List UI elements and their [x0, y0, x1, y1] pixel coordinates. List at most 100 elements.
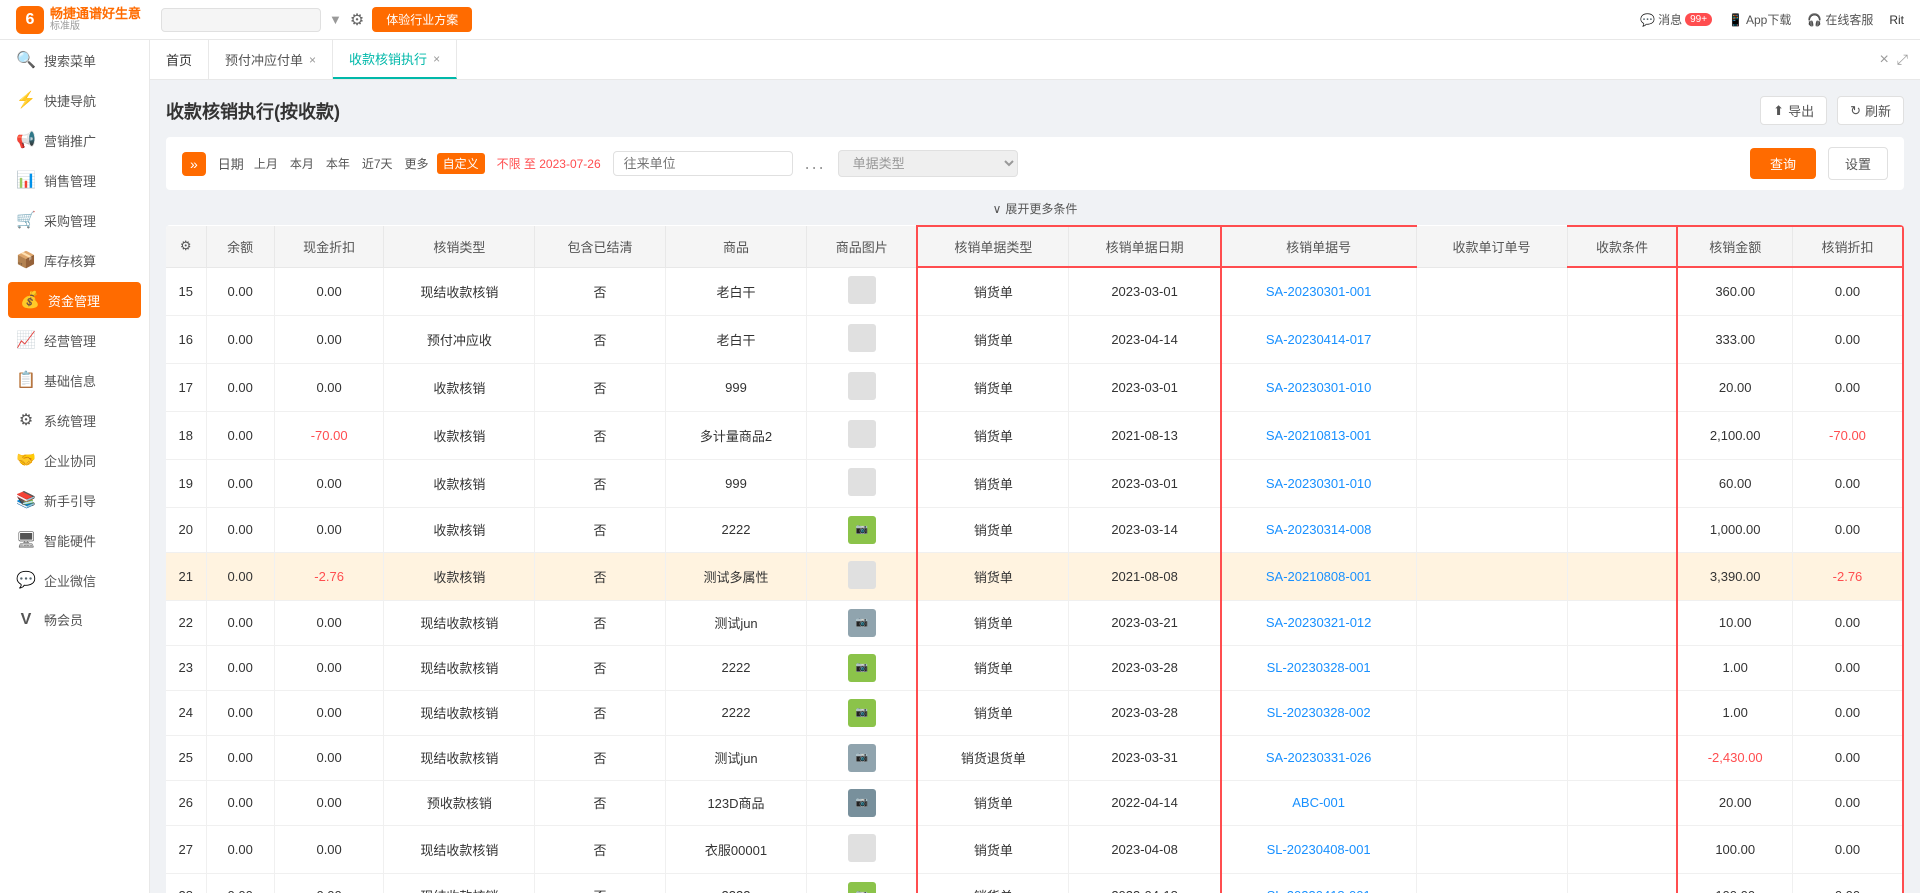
- voucher-no-link[interactable]: ABC-001: [1292, 795, 1345, 810]
- settings-button[interactable]: 设置: [1828, 147, 1888, 180]
- source-unit-input[interactable]: [613, 151, 793, 176]
- voucher-no-link[interactable]: SA-20230301-010: [1266, 380, 1372, 395]
- cell-product: 2222: [665, 507, 807, 552]
- cell-voucher-no[interactable]: SL-20230408-001: [1221, 825, 1416, 873]
- solution-button[interactable]: 体验行业方案: [372, 7, 472, 32]
- cell-balance: 0.00: [206, 363, 274, 411]
- sidebar-label-enterprise: 企业协同: [44, 451, 96, 470]
- cell-voucher-no[interactable]: ABC-001: [1221, 780, 1416, 825]
- voucher-no-link[interactable]: SA-20230301-010: [1266, 476, 1372, 491]
- chevron-down-icon: ∨: [993, 202, 1002, 216]
- sidebar-item-management[interactable]: 📈 经营管理: [0, 320, 149, 360]
- tab-expand-icon[interactable]: ⤢: [1897, 51, 1908, 68]
- cell-writeoff-amount: -2,430.00: [1677, 735, 1792, 780]
- voucher-no-link[interactable]: SA-20230314-008: [1266, 522, 1372, 537]
- cell-cash-discount: 0.00: [274, 315, 384, 363]
- sidebar-item-inventory[interactable]: 📦 库存核算: [0, 240, 149, 280]
- tab-close-all-icon[interactable]: ×: [1879, 51, 1888, 69]
- voucher-no-link[interactable]: SA-20210808-001: [1266, 569, 1372, 584]
- refresh-button[interactable]: ↻ 刷新: [1837, 96, 1904, 125]
- settings-icon[interactable]: ⚙: [350, 10, 364, 30]
- cell-include-cleared: 否: [535, 780, 665, 825]
- customer-service[interactable]: 🎧 在线客服: [1807, 11, 1873, 28]
- cell-product-image: 📷: [807, 645, 917, 690]
- dropdown-icon[interactable]: ▼: [329, 12, 342, 27]
- sidebar-item-sales[interactable]: 📊 销售管理: [0, 160, 149, 200]
- sidebar-item-hardware[interactable]: 🖥 智能硬件: [0, 520, 149, 560]
- cell-voucher-no[interactable]: SL-20230328-001: [1221, 645, 1416, 690]
- cell-voucher-date: 2023-03-01: [1069, 267, 1221, 315]
- cell-voucher-no[interactable]: SA-20230301-001: [1221, 267, 1416, 315]
- cell-product: 2222: [665, 873, 807, 893]
- sidebar-label-inventory: 库存核算: [44, 251, 96, 270]
- sidebar-item-search[interactable]: 🔍 搜索菜单: [0, 40, 149, 80]
- date-btn-this-month[interactable]: 本月: [286, 153, 318, 174]
- tab-home[interactable]: 首页: [150, 40, 209, 79]
- cell-voucher-no[interactable]: SA-20230301-010: [1221, 459, 1416, 507]
- writeoff-tab-close[interactable]: ×: [433, 52, 440, 66]
- voucher-no-link[interactable]: SA-20230414-017: [1266, 332, 1372, 347]
- cell-voucher-no[interactable]: SA-20230414-017: [1221, 315, 1416, 363]
- voucher-no-link[interactable]: SL-20230418-001: [1267, 888, 1371, 893]
- sidebar-item-basic-info[interactable]: 📋 基础信息: [0, 360, 149, 400]
- voucher-no-link[interactable]: SL-20230328-002: [1267, 705, 1371, 720]
- notification-area[interactable]: 💬 消息 99+: [1640, 11, 1712, 28]
- sidebar-item-purchase[interactable]: 🛒 采购管理: [0, 200, 149, 240]
- sidebar-item-wechat[interactable]: 💬 企业微信: [0, 560, 149, 600]
- date-btn-custom[interactable]: 自定义: [437, 153, 485, 174]
- cell-writeoff-amount: 1.00: [1677, 645, 1792, 690]
- app-download[interactable]: 📱 App下载: [1728, 11, 1791, 28]
- cell-voucher-no[interactable]: SL-20230418-001: [1221, 873, 1416, 893]
- cell-voucher-no[interactable]: SA-20210808-001: [1221, 552, 1416, 600]
- top-bar-search[interactable]: [161, 8, 321, 32]
- table-settings-icon[interactable]: ⚙: [180, 238, 192, 253]
- cell-product-image: 📷: [807, 735, 917, 780]
- cell-product: 2222: [665, 645, 807, 690]
- cell-balance: 0.00: [206, 507, 274, 552]
- tab-writeoff[interactable]: 收款核销执行 ×: [333, 40, 457, 79]
- cell-voucher-no[interactable]: SA-20230331-026: [1221, 735, 1416, 780]
- expand-more-button[interactable]: ∨ 展开更多条件: [993, 200, 1078, 217]
- cell-voucher-date: 2023-04-14: [1069, 315, 1221, 363]
- sidebar-item-member[interactable]: V 畅会员: [0, 600, 149, 639]
- query-button[interactable]: 查询: [1750, 148, 1816, 179]
- cell-voucher-type: 销货单: [917, 690, 1069, 735]
- sidebar-label-marketing: 营销推广: [44, 131, 96, 150]
- date-btn-last-month[interactable]: 上月: [250, 153, 282, 174]
- cell-writeoff-type: 现结收款核销: [384, 690, 535, 735]
- cell-balance: 0.00: [206, 600, 274, 645]
- cell-product: 999: [665, 363, 807, 411]
- date-btn-7days[interactable]: 近7天: [358, 153, 397, 174]
- voucher-no-link[interactable]: SL-20230408-001: [1267, 842, 1371, 857]
- cell-writeoff-discount: 0.00: [1792, 507, 1903, 552]
- th-settings[interactable]: ⚙: [166, 226, 206, 267]
- sidebar-item-finance[interactable]: 💰 资金管理: [8, 282, 141, 318]
- cell-voucher-no[interactable]: SA-20210813-001: [1221, 411, 1416, 459]
- cell-voucher-no[interactable]: SL-20230328-002: [1221, 690, 1416, 735]
- sidebar-item-system[interactable]: ⚙ 系统管理: [0, 400, 149, 440]
- voucher-no-link[interactable]: SA-20230331-026: [1266, 750, 1372, 765]
- cell-voucher-no[interactable]: SA-20230301-010: [1221, 363, 1416, 411]
- date-btn-more[interactable]: 更多: [401, 153, 433, 174]
- user-name[interactable]: Rit: [1889, 13, 1904, 27]
- cell-voucher-no[interactable]: SA-20230321-012: [1221, 600, 1416, 645]
- voucher-no-link[interactable]: SA-20210813-001: [1266, 428, 1372, 443]
- voucher-no-link[interactable]: SA-20230321-012: [1266, 615, 1372, 630]
- cell-cash-discount: 0.00: [274, 735, 384, 780]
- sidebar-item-shortcut[interactable]: ⚡ 快捷导航: [0, 80, 149, 120]
- prepayment-tab-close[interactable]: ×: [309, 53, 316, 67]
- export-button[interactable]: ⬆ 导出: [1760, 96, 1827, 125]
- voucher-no-link[interactable]: SA-20230301-001: [1266, 284, 1372, 299]
- voucher-no-link[interactable]: SL-20230328-001: [1267, 660, 1371, 675]
- cell-voucher-no[interactable]: SA-20230314-008: [1221, 507, 1416, 552]
- date-filter-group: 日期 上月 本月 本年 近7天 更多 自定义: [218, 153, 485, 174]
- sidebar-item-enterprise[interactable]: 🤝 企业协同: [0, 440, 149, 480]
- tab-prepayment[interactable]: 预付冲应付单 ×: [209, 40, 333, 79]
- cell-writeoff-discount: 0.00: [1792, 645, 1903, 690]
- document-type-select[interactable]: 单据类型: [838, 150, 1018, 177]
- sidebar-item-guide[interactable]: 📚 新手引导: [0, 480, 149, 520]
- sidebar-item-marketing[interactable]: 📢 营销推广: [0, 120, 149, 160]
- top-bar-right: 💬 消息 99+ 📱 App下载 🎧 在线客服 Rit: [1640, 11, 1904, 28]
- date-btn-this-year[interactable]: 本年: [322, 153, 354, 174]
- filter-expand-button[interactable]: »: [182, 152, 206, 176]
